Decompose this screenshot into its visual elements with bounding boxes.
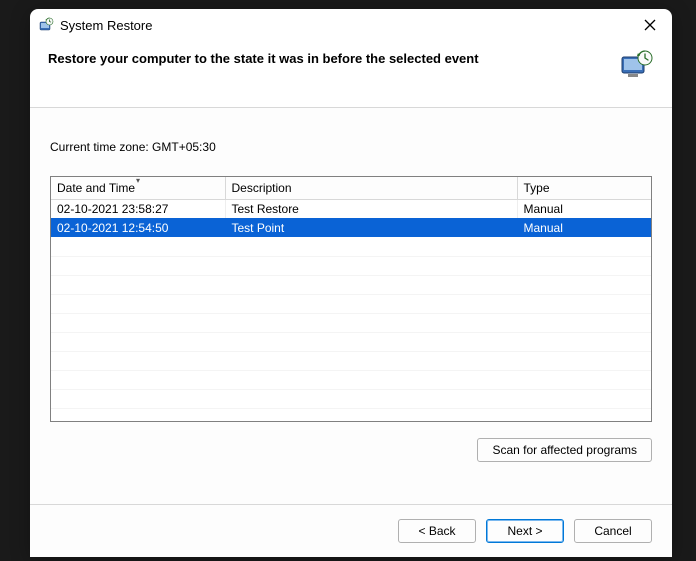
content-area: Current time zone: GMT+05:30 Date and Ti…	[30, 107, 672, 504]
cell-type: Manual	[517, 218, 651, 237]
header-text: Restore your computer to the state it wa…	[48, 49, 608, 66]
close-icon[interactable]	[638, 13, 662, 37]
next-button[interactable]: Next >	[486, 519, 564, 543]
sort-desc-icon: ▾	[136, 176, 140, 185]
footer: < Back Next > Cancel	[30, 504, 672, 557]
col-type[interactable]: Type	[517, 177, 651, 199]
table-row-empty	[51, 275, 651, 294]
titlebar: System Restore	[30, 9, 672, 41]
restore-app-icon	[38, 17, 54, 33]
col-description-label: Description	[232, 181, 292, 195]
restore-points-table[interactable]: Date and Time ▾ Description Type 02-10-2…	[50, 176, 652, 422]
table-row-empty	[51, 408, 651, 422]
table-row-empty	[51, 370, 651, 389]
table-row[interactable]: 02-10-2021 23:58:27Test RestoreManual	[51, 199, 651, 218]
col-description[interactable]: Description	[225, 177, 517, 199]
cell-description: Test Restore	[225, 199, 517, 218]
table-row-empty	[51, 351, 651, 370]
table-row-empty	[51, 256, 651, 275]
cell-datetime: 02-10-2021 23:58:27	[51, 199, 225, 218]
table-row-empty	[51, 313, 651, 332]
cancel-button[interactable]: Cancel	[574, 519, 652, 543]
restore-hero-icon	[618, 49, 654, 81]
back-button[interactable]: < Back	[398, 519, 476, 543]
dialog-title: System Restore	[60, 18, 638, 33]
cell-datetime: 02-10-2021 12:54:50	[51, 218, 225, 237]
scan-affected-button[interactable]: Scan for affected programs	[477, 438, 652, 462]
header: Restore your computer to the state it wa…	[30, 41, 672, 107]
col-type-label: Type	[524, 181, 550, 195]
table-row[interactable]: 02-10-2021 12:54:50Test PointManual	[51, 218, 651, 237]
col-datetime-label: Date and Time	[57, 181, 135, 195]
table-row-empty	[51, 294, 651, 313]
table-row-empty	[51, 237, 651, 256]
table-row-empty	[51, 389, 651, 408]
cell-type: Manual	[517, 199, 651, 218]
col-datetime[interactable]: Date and Time ▾	[51, 177, 225, 199]
cell-description: Test Point	[225, 218, 517, 237]
timezone-label: Current time zone: GMT+05:30	[50, 140, 652, 154]
table-row-empty	[51, 332, 651, 351]
system-restore-dialog: System Restore Restore your computer to …	[30, 9, 672, 557]
